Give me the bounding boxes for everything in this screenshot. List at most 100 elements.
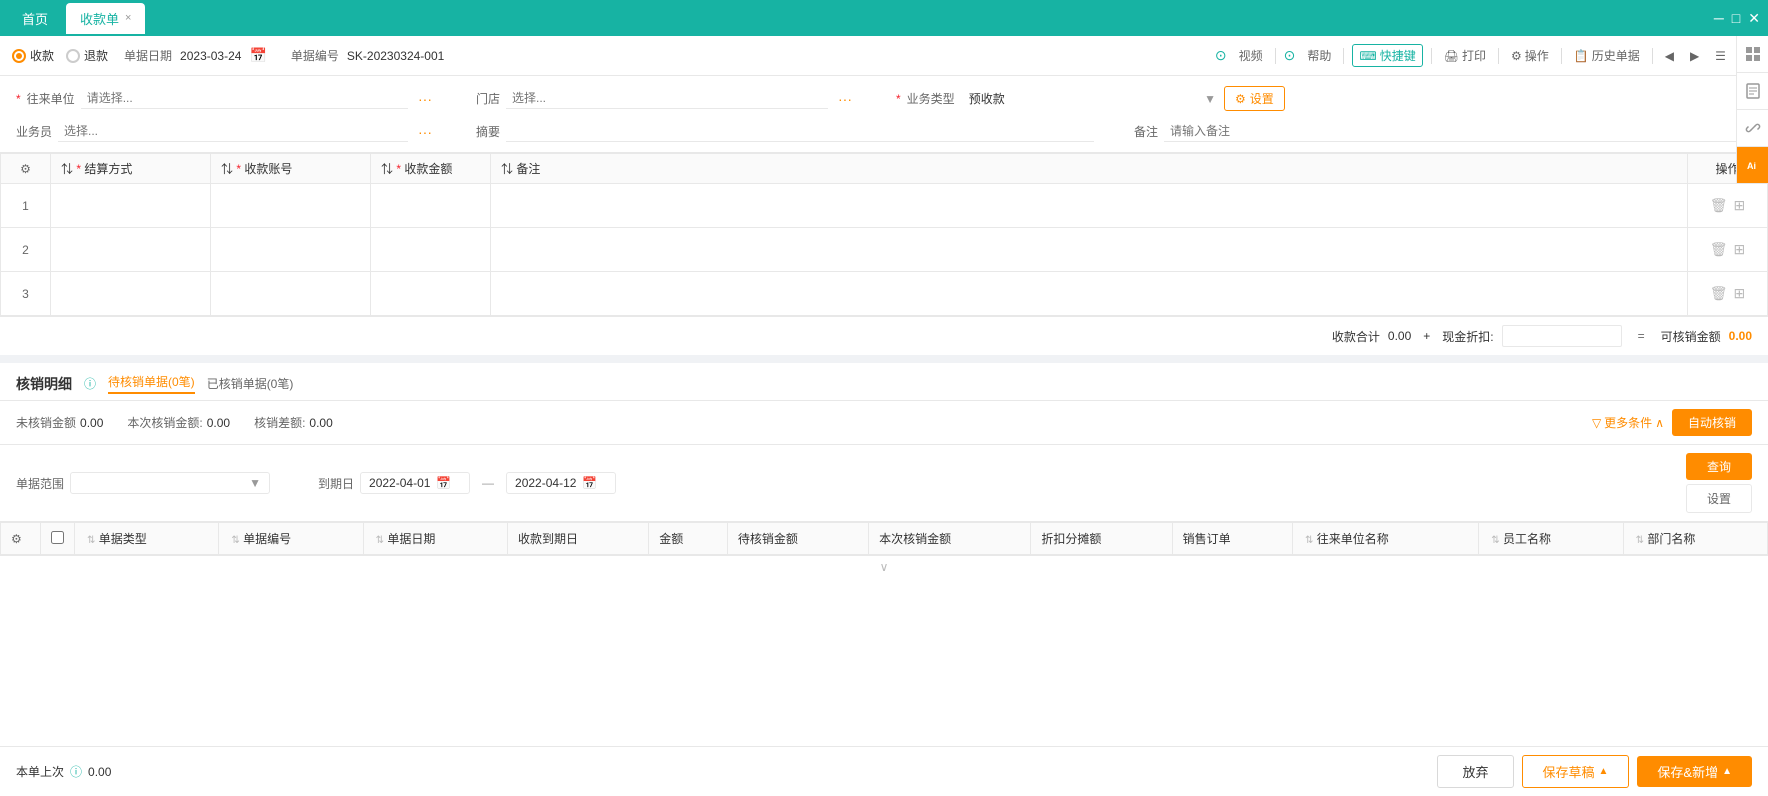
radio-refund-label: 退款: [84, 47, 108, 64]
minimize-btn[interactable]: ─: [1714, 10, 1724, 26]
col-current-header: 本次核销金额: [869, 523, 1031, 555]
shop-more-btn[interactable]: ···: [834, 91, 856, 107]
col-gear[interactable]: ⚙: [1, 154, 51, 184]
delete-icon-1[interactable]: 🗑: [1710, 197, 1728, 214]
tab-active[interactable]: 收款单 ×: [66, 3, 145, 34]
filter-setting-btn[interactable]: 设置: [1686, 484, 1752, 513]
row-account-3[interactable]: [211, 272, 371, 316]
radio-receipt[interactable]: 收款: [12, 47, 54, 64]
remark-field: 备注: [1134, 121, 1752, 142]
sidebar-icon-4[interactable]: Ai: [1737, 147, 1768, 184]
date-to-input[interactable]: 2022-04-12 📅: [506, 472, 616, 494]
auto-hexiao-btn[interactable]: 自动核销: [1672, 409, 1752, 436]
range-select[interactable]: ▼: [70, 472, 270, 494]
draft-btn[interactable]: 保存草稿 ▲: [1522, 755, 1630, 788]
select-all-checkbox[interactable]: [51, 531, 64, 544]
row-remark-1[interactable]: [491, 184, 1688, 228]
required-star-settle: *: [76, 162, 81, 176]
discard-btn[interactable]: 放弃: [1437, 755, 1513, 788]
row-settle-2[interactable]: [51, 228, 211, 272]
bottom-left: 本单上次 ⓘ 0.00: [16, 763, 111, 780]
row-settle-3[interactable]: [51, 272, 211, 316]
summary-input[interactable]: [506, 121, 1094, 142]
help-icon: ⊙: [1284, 47, 1296, 64]
divider1: [1275, 48, 1276, 64]
counterpart-more-btn[interactable]: ···: [414, 91, 436, 107]
date-from-input[interactable]: 2022-04-01 📅: [360, 472, 470, 494]
radio-receipt-dot: [12, 49, 26, 63]
number-label: 单据编号: [291, 47, 339, 64]
hexiao-tab-pending[interactable]: 待核销单据(0笔): [108, 373, 195, 394]
discount-input[interactable]: [1502, 325, 1622, 347]
more-conditions-btn[interactable]: ▽ 更多条件 ∧: [1592, 414, 1664, 431]
radio-refund[interactable]: 退款: [66, 47, 108, 64]
calendar-to-icon[interactable]: 📅: [582, 476, 597, 490]
row-settle-1[interactable]: [51, 184, 211, 228]
staff-input[interactable]: [58, 121, 408, 142]
date-sep: —: [482, 476, 494, 490]
row-amount-2[interactable]: [371, 228, 491, 272]
prev-info-icon[interactable]: ⓘ: [70, 763, 82, 780]
tab-active-label: 收款单: [80, 9, 119, 28]
row-amount-3[interactable]: [371, 272, 491, 316]
calendar-icon[interactable]: 📅: [249, 47, 266, 64]
collapse-icon[interactable]: ∨: [880, 560, 889, 574]
operation-btn[interactable]: ⚙ 操作: [1507, 45, 1553, 66]
copy-icon-2[interactable]: ⊞: [1734, 241, 1746, 258]
calendar-from-icon[interactable]: 📅: [436, 476, 451, 490]
list-view-icon[interactable]: ☰: [1711, 47, 1730, 65]
nav-prev-icon[interactable]: ◀: [1661, 47, 1678, 65]
staff-more-btn[interactable]: ···: [414, 124, 436, 140]
eq-sign: =: [1638, 329, 1645, 343]
delete-icon-3[interactable]: 🗑: [1710, 285, 1728, 302]
staff-label: 业务员: [16, 123, 52, 140]
nav-next-icon[interactable]: ▶: [1686, 47, 1703, 65]
row-remark-2[interactable]: [491, 228, 1688, 272]
settings-btn[interactable]: ⚙ 设置: [1224, 86, 1285, 111]
bottom-bar: 本单上次 ⓘ 0.00 放弃 保存草稿 ▲ 保存&新增 ▲: [0, 746, 1768, 796]
col-counterpart-header: ⇅ 往来单位名称: [1293, 523, 1479, 555]
col-type-header: ⇅ 单据类型: [75, 523, 219, 555]
business-type-field: * 业务类型 预收款 ▼: [896, 90, 1216, 107]
diff-stat: 核销差额: 0.00: [254, 414, 333, 431]
query-btn[interactable]: 查询: [1686, 453, 1752, 480]
col-gear-bottom[interactable]: ⚙: [1, 523, 41, 555]
maximize-btn[interactable]: □: [1732, 10, 1740, 26]
delete-icon-2[interactable]: 🗑: [1710, 241, 1728, 258]
sidebar-icon-2[interactable]: [1737, 73, 1768, 110]
help-btn[interactable]: 帮助: [1303, 45, 1335, 66]
history-btn[interactable]: 📋 历史单据: [1570, 45, 1644, 66]
hexiao-tab-done[interactable]: 已核销单据(0笔): [207, 375, 294, 392]
shortcut-btn[interactable]: ⌨ 快捷键: [1352, 44, 1422, 67]
counterpart-input[interactable]: [81, 88, 408, 109]
row-num-1: 1: [1, 184, 51, 228]
video-btn[interactable]: 视频: [1235, 45, 1267, 66]
save-new-btn[interactable]: 保存&新增 ▲: [1637, 756, 1752, 787]
chevron-up-icon: ∧: [1655, 416, 1664, 430]
row-amount-1[interactable]: [371, 184, 491, 228]
business-type-chevron[interactable]: ▼: [1204, 92, 1216, 106]
copy-icon-1[interactable]: ⊞: [1734, 197, 1746, 214]
tab-home[interactable]: 首页: [8, 3, 62, 34]
close-btn[interactable]: ✕: [1748, 10, 1760, 27]
date-label: 单据日期: [124, 47, 172, 64]
copy-icon-3[interactable]: ⊞: [1734, 285, 1746, 302]
table-gear-icon[interactable]: ⚙: [20, 162, 31, 176]
col-remark-header: ⇅ 备注: [491, 154, 1688, 184]
print-btn[interactable]: 🖨 打印: [1440, 45, 1490, 66]
hexiao-info-icon[interactable]: ⓘ: [84, 375, 96, 392]
tab-close-icon[interactable]: ×: [125, 12, 131, 24]
hexiao-stats-row: 未核销金额 0.00 本次核销金额: 0.00 核销差额: 0.00 ▽ 更多条…: [0, 401, 1768, 445]
bottom-gear-icon[interactable]: ⚙: [11, 532, 22, 546]
sidebar-icon-1[interactable]: [1737, 36, 1768, 73]
col-settle-sort: ⇅: [61, 162, 73, 176]
row-account-1[interactable]: [211, 184, 371, 228]
col-checkbox[interactable]: [41, 523, 75, 555]
sidebar-icon-3[interactable]: [1737, 110, 1768, 147]
remark-input[interactable]: [1164, 121, 1752, 142]
row-account-2[interactable]: [211, 228, 371, 272]
shop-input[interactable]: [506, 88, 828, 109]
row-remark-3[interactable]: [491, 272, 1688, 316]
receipt-refund-radio: 收款 退款: [12, 47, 108, 64]
col-account-header: ⇅ * 收款账号: [211, 154, 371, 184]
